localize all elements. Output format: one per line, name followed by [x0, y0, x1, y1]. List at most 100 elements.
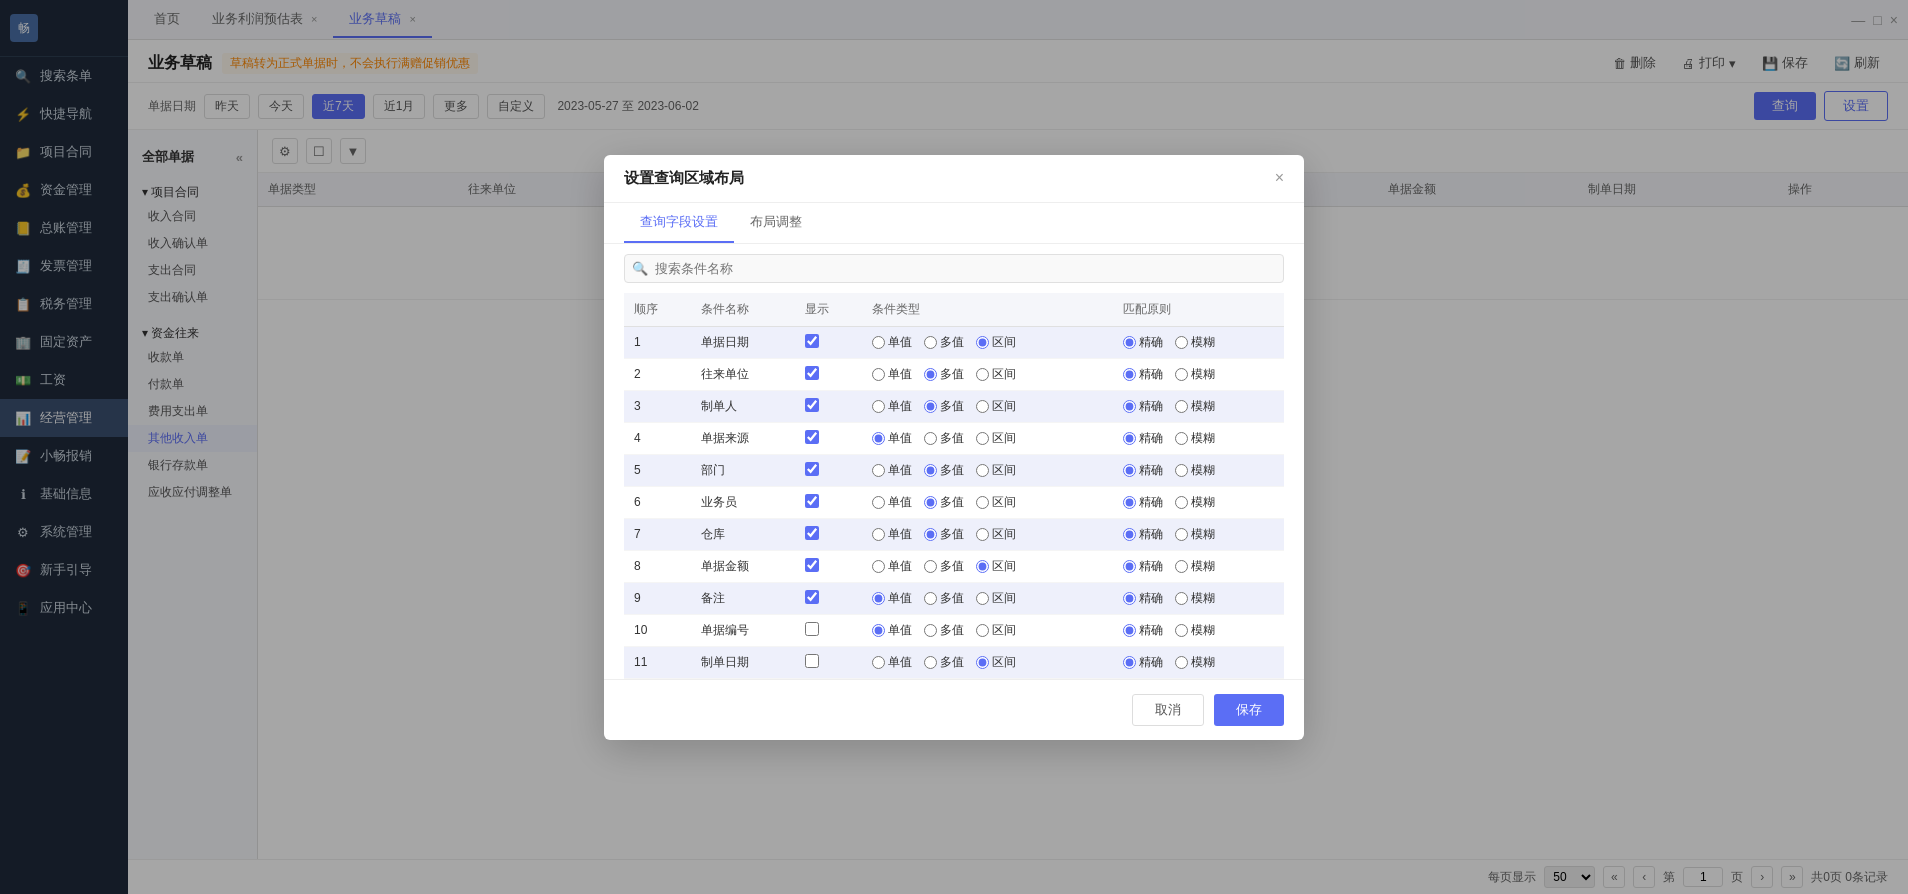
match-radio[interactable] [1123, 592, 1136, 605]
match-radio[interactable] [1175, 496, 1188, 509]
condition-radio-label[interactable]: 区间 [976, 366, 1016, 383]
condition-radio[interactable] [976, 496, 989, 509]
match-radio-label[interactable]: 精确 [1123, 462, 1163, 479]
match-radio-label[interactable]: 模糊 [1175, 558, 1215, 575]
condition-radio[interactable] [872, 496, 885, 509]
condition-radio-label[interactable]: 区间 [976, 590, 1016, 607]
match-radio-label[interactable]: 精确 [1123, 430, 1163, 447]
match-radio-label[interactable]: 模糊 [1175, 590, 1215, 607]
modal-search-input[interactable] [624, 254, 1284, 283]
condition-radio[interactable] [872, 656, 885, 669]
condition-radio[interactable] [924, 368, 937, 381]
match-radio-label[interactable]: 精确 [1123, 654, 1163, 671]
condition-radio-label[interactable]: 区间 [976, 398, 1016, 415]
match-radio[interactable] [1123, 560, 1136, 573]
condition-radio[interactable] [976, 336, 989, 349]
tab-query-fields[interactable]: 查询字段设置 [624, 203, 734, 243]
condition-radio-label[interactable]: 区间 [976, 558, 1016, 575]
condition-radio-label[interactable]: 单值 [872, 366, 912, 383]
show-checkbox[interactable] [805, 334, 819, 348]
tab-layout-adjust[interactable]: 布局调整 [734, 203, 818, 243]
condition-radio-label[interactable]: 多值 [924, 462, 964, 479]
match-radio-label[interactable]: 精确 [1123, 334, 1163, 351]
match-radio[interactable] [1175, 592, 1188, 605]
show-checkbox[interactable] [805, 366, 819, 380]
modal-row-show[interactable] [795, 646, 862, 678]
condition-radio[interactable] [924, 432, 937, 445]
condition-radio-label[interactable]: 区间 [976, 622, 1016, 639]
match-radio[interactable] [1175, 432, 1188, 445]
save-button[interactable]: 保存 [1214, 694, 1284, 726]
condition-radio-label[interactable]: 单值 [872, 590, 912, 607]
match-radio[interactable] [1175, 400, 1188, 413]
condition-radio-label[interactable]: 多值 [924, 590, 964, 607]
match-radio[interactable] [1175, 464, 1188, 477]
condition-radio-label[interactable]: 单值 [872, 654, 912, 671]
condition-radio-label[interactable]: 区间 [976, 526, 1016, 543]
condition-radio[interactable] [872, 464, 885, 477]
match-radio[interactable] [1175, 560, 1188, 573]
condition-radio[interactable] [872, 400, 885, 413]
condition-radio[interactable] [976, 656, 989, 669]
condition-radio[interactable] [976, 432, 989, 445]
match-radio-label[interactable]: 模糊 [1175, 430, 1215, 447]
condition-radio-label[interactable]: 区间 [976, 494, 1016, 511]
condition-radio-label[interactable]: 多值 [924, 494, 964, 511]
condition-radio-label[interactable]: 区间 [976, 462, 1016, 479]
show-checkbox[interactable] [805, 622, 819, 636]
modal-row-show[interactable] [795, 550, 862, 582]
condition-radio-label[interactable]: 多值 [924, 526, 964, 543]
condition-radio[interactable] [872, 336, 885, 349]
condition-radio[interactable] [924, 336, 937, 349]
condition-radio-label[interactable]: 多值 [924, 366, 964, 383]
condition-radio[interactable] [976, 368, 989, 381]
modal-row-show[interactable] [795, 326, 862, 358]
match-radio-label[interactable]: 模糊 [1175, 366, 1215, 383]
condition-radio[interactable] [872, 368, 885, 381]
match-radio[interactable] [1123, 400, 1136, 413]
match-radio[interactable] [1175, 528, 1188, 541]
show-checkbox[interactable] [805, 430, 819, 444]
show-checkbox[interactable] [805, 558, 819, 572]
condition-radio[interactable] [872, 432, 885, 445]
condition-radio-label[interactable]: 单值 [872, 334, 912, 351]
match-radio-label[interactable]: 精确 [1123, 526, 1163, 543]
match-radio[interactable] [1175, 624, 1188, 637]
condition-radio[interactable] [924, 624, 937, 637]
condition-radio-label[interactable]: 单值 [872, 430, 912, 447]
modal-row-show[interactable] [795, 422, 862, 454]
show-checkbox[interactable] [805, 462, 819, 476]
match-radio[interactable] [1123, 528, 1136, 541]
modal-row-show[interactable] [795, 358, 862, 390]
condition-radio[interactable] [872, 528, 885, 541]
match-radio[interactable] [1175, 336, 1188, 349]
condition-radio-label[interactable]: 多值 [924, 622, 964, 639]
cancel-button[interactable]: 取消 [1132, 694, 1204, 726]
condition-radio[interactable] [924, 464, 937, 477]
match-radio[interactable] [1123, 496, 1136, 509]
condition-radio[interactable] [924, 592, 937, 605]
show-checkbox[interactable] [805, 494, 819, 508]
condition-radio[interactable] [976, 560, 989, 573]
condition-radio[interactable] [872, 624, 885, 637]
modal-row-show[interactable] [795, 614, 862, 646]
show-checkbox[interactable] [805, 526, 819, 540]
match-radio[interactable] [1123, 656, 1136, 669]
show-checkbox[interactable] [805, 590, 819, 604]
match-radio[interactable] [1123, 368, 1136, 381]
condition-radio[interactable] [872, 560, 885, 573]
match-radio[interactable] [1123, 464, 1136, 477]
match-radio[interactable] [1123, 336, 1136, 349]
condition-radio[interactable] [872, 592, 885, 605]
condition-radio-label[interactable]: 单值 [872, 622, 912, 639]
match-radio-label[interactable]: 精确 [1123, 558, 1163, 575]
show-checkbox[interactable] [805, 398, 819, 412]
condition-radio-label[interactable]: 单值 [872, 526, 912, 543]
condition-radio[interactable] [976, 400, 989, 413]
modal-close-button[interactable]: × [1275, 169, 1284, 187]
condition-radio-label[interactable]: 多值 [924, 430, 964, 447]
modal-row-show[interactable] [795, 518, 862, 550]
match-radio[interactable] [1123, 432, 1136, 445]
condition-radio-label[interactable]: 单值 [872, 398, 912, 415]
condition-radio-label[interactable]: 单值 [872, 558, 912, 575]
